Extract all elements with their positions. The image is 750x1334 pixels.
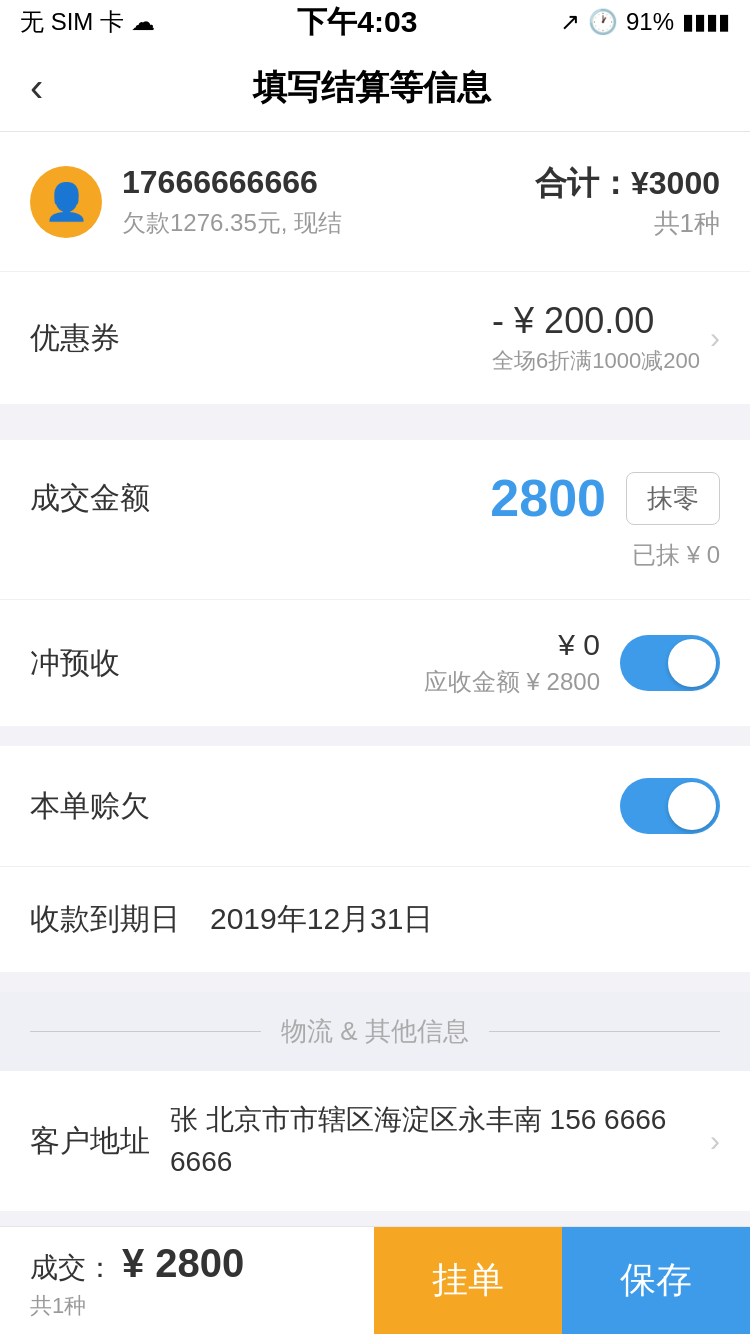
- coupon-description: 全场6折满1000减200: [492, 346, 700, 376]
- clock-icon: 🕐: [588, 8, 618, 36]
- debt-row: 本单赊欠: [0, 746, 750, 866]
- status-bar: 无 SIM 卡 ☁ 下午4:03 ↗ 🕐 91% ▮▮▮▮: [0, 0, 750, 44]
- rounded-sub: 已抹 ¥ 0: [632, 541, 720, 568]
- bottom-deal-row: 成交： ¥ 2800: [30, 1241, 344, 1287]
- chevron-right-icon: ›: [710, 1124, 720, 1158]
- debt-toggle[interactable]: [620, 778, 720, 834]
- customer-debt: 欠款1276.35元, 现结: [122, 207, 342, 239]
- divider-line-left: [30, 1031, 261, 1032]
- logistics-divider: 物流 & 其他信息: [0, 992, 750, 1071]
- bottom-deal-label: 成交：: [30, 1249, 114, 1287]
- section-gap-3: [0, 972, 750, 992]
- advance-amount-block: ¥ 0 应收金额 ¥ 2800: [424, 628, 600, 698]
- page-title: 填写结算等信息: [63, 65, 680, 111]
- debt-label: 本单赊欠: [30, 786, 150, 827]
- sim-label: 无 SIM 卡 ☁: [20, 6, 155, 38]
- amount-label: 成交金额: [30, 478, 150, 519]
- advance-toggle[interactable]: [620, 635, 720, 691]
- address-label: 客户地址: [30, 1121, 150, 1162]
- pending-button[interactable]: 挂单: [374, 1227, 562, 1335]
- amount-right: 2800 抹零: [490, 468, 720, 528]
- customer-total: 合计：¥3000 共1种: [535, 162, 720, 241]
- customer-phone: 17666666666: [122, 164, 342, 201]
- amount-value: 2800: [490, 468, 606, 528]
- section-gap-1: [0, 420, 750, 440]
- customer-card: 👤 17666666666 欠款1276.35元, 现结 合计：¥3000 共1…: [0, 132, 750, 404]
- customer-left: 👤 17666666666 欠款1276.35元, 现结: [30, 164, 342, 239]
- bottom-count: 共1种: [30, 1291, 344, 1321]
- amount-row: 成交金额 2800 抹零: [30, 468, 720, 528]
- total-count: 共1种: [535, 206, 720, 241]
- total-amount: 合计：¥3000: [535, 162, 720, 206]
- logistics-title: 物流 & 其他信息: [281, 1014, 469, 1049]
- bottom-deal-price: ¥ 2800: [122, 1241, 244, 1286]
- coupon-right: - ¥ 200.00 全场6折满1000减200 ›: [492, 300, 720, 376]
- coupon-label: 优惠券: [30, 318, 120, 359]
- advance-right: ¥ 0 应收金额 ¥ 2800: [424, 628, 720, 698]
- advance-label: 冲预收: [30, 643, 120, 684]
- divider-line-right: [489, 1031, 720, 1032]
- status-time: 下午4:03: [297, 2, 417, 43]
- coupon-row[interactable]: 优惠券 - ¥ 200.00 全场6折满1000减200 ›: [0, 271, 750, 404]
- nav-bar: ‹ 填写结算等信息: [0, 44, 750, 132]
- address-value: 张 北京市市辖区海淀区永丰南 156 6666 6666: [170, 1099, 690, 1183]
- address-row[interactable]: 客户地址 张 北京市市辖区海淀区永丰南 156 6666 6666 ›: [0, 1071, 750, 1211]
- round-off-button[interactable]: 抹零: [626, 472, 720, 525]
- due-date-value: 2019年12月31日: [210, 899, 433, 940]
- due-date-label: 收款到期日: [30, 899, 180, 940]
- battery-label: 91%: [626, 8, 674, 36]
- back-button[interactable]: ‹: [30, 65, 43, 110]
- avatar: 👤: [30, 166, 102, 238]
- avatar-icon: 👤: [44, 181, 89, 223]
- due-date-row: 收款到期日 2019年12月31日: [0, 866, 750, 972]
- battery-icon: ▮▮▮▮: [682, 9, 730, 35]
- status-right: ↗ 🕐 91% ▮▮▮▮: [560, 8, 730, 36]
- coupon-discount: - ¥ 200.00: [492, 300, 700, 342]
- section-gap-2: [0, 726, 750, 746]
- bottom-bar: 成交： ¥ 2800 共1种 挂单 保存: [0, 1226, 750, 1334]
- customer-info: 17666666666 欠款1276.35元, 现结: [122, 164, 342, 239]
- bottom-summary: 成交： ¥ 2800 共1种: [0, 1241, 374, 1321]
- save-button[interactable]: 保存: [562, 1227, 750, 1335]
- advance-receivable: 应收金额 ¥ 2800: [424, 666, 600, 698]
- amount-section: 成交金额 2800 抹零 已抹 ¥ 0: [0, 440, 750, 599]
- advance-amount: ¥ 0: [424, 628, 600, 662]
- status-left: 无 SIM 卡 ☁: [20, 6, 155, 38]
- advance-row: 冲预收 ¥ 0 应收金额 ¥ 2800: [0, 599, 750, 726]
- location-icon: ↗: [560, 8, 580, 36]
- chevron-right-icon: ›: [710, 321, 720, 355]
